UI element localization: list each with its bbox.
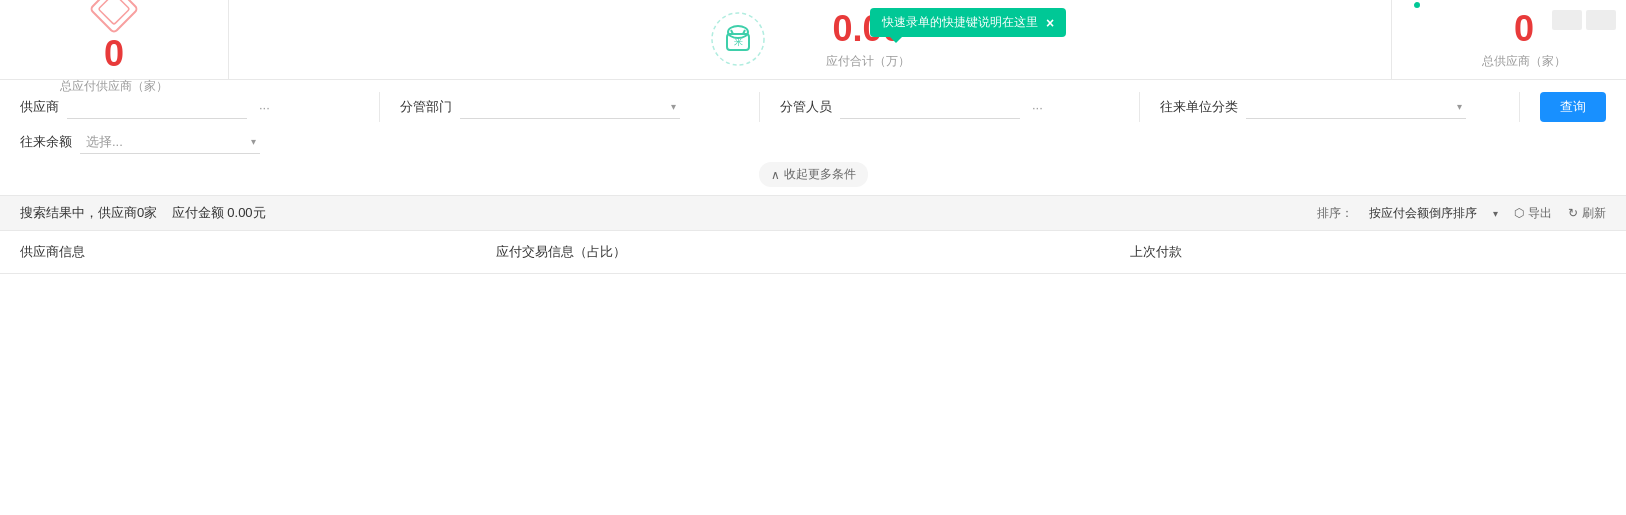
export-icon: ⬡ bbox=[1514, 206, 1524, 220]
result-text: 搜索结果中，供应商0家 bbox=[20, 205, 157, 220]
result-actions: 排序： 按应付会额倒序排序 ▾ ⬡ 导出 ↻ 刷新 bbox=[1317, 205, 1606, 222]
tooltip-close-button[interactable]: × bbox=[1046, 15, 1054, 31]
person-filter-group: 分管人员 ··· bbox=[780, 95, 1119, 119]
collapse-label: 收起更多条件 bbox=[784, 166, 856, 183]
sort-chevron-icon: ▾ bbox=[1493, 208, 1498, 219]
supplier-label: 供应商 bbox=[20, 98, 59, 116]
divider-4 bbox=[1519, 92, 1520, 122]
person-label: 分管人员 bbox=[780, 98, 832, 116]
supplier-dots[interactable]: ··· bbox=[255, 100, 274, 115]
balance-select[interactable]: 选择... bbox=[80, 130, 260, 153]
payable-total-label: 应付合计（万） bbox=[826, 53, 910, 70]
divider-1 bbox=[379, 92, 380, 122]
result-info: 搜索结果中，供应商0家 应付金额 0.00元 bbox=[20, 204, 266, 222]
unit-category-select[interactable] bbox=[1246, 95, 1466, 118]
result-bar: 搜索结果中，供应商0家 应付金额 0.00元 排序： 按应付会额倒序排序 ▾ ⬡… bbox=[0, 196, 1626, 231]
refresh-label: 刷新 bbox=[1582, 205, 1606, 222]
total-suppliers-value: 0 bbox=[1514, 9, 1534, 49]
bag-icon: 米 bbox=[711, 12, 766, 67]
department-filter-group: 分管部门 ▾ bbox=[400, 95, 739, 119]
table-col-supplier-info: 供应商信息 bbox=[20, 243, 496, 261]
stat-total-payable-suppliers: 0 总应付供应商（家） bbox=[0, 0, 229, 79]
unit-category-filter-group: 往来单位分类 ▾ bbox=[1160, 95, 1499, 119]
supplier-input[interactable] bbox=[67, 95, 247, 119]
sort-select[interactable]: 按应付会额倒序排序 bbox=[1369, 206, 1493, 220]
department-select[interactable] bbox=[460, 95, 680, 118]
tooltip-bubble: 快速录单的快捷键说明在这里 × bbox=[870, 8, 1066, 37]
refresh-icon: ↻ bbox=[1568, 206, 1578, 220]
total-payable-suppliers-label: 总应付供应商（家） bbox=[60, 78, 168, 95]
query-button[interactable]: 查询 bbox=[1540, 92, 1606, 122]
result-amount: 应付金额 0.00元 bbox=[172, 205, 266, 220]
divider-3 bbox=[1139, 92, 1140, 122]
department-label: 分管部门 bbox=[400, 98, 452, 116]
table-col-payable-info: 应付交易信息（占比） bbox=[496, 243, 1130, 261]
total-suppliers-label: 总供应商（家） bbox=[1482, 53, 1566, 70]
table-empty-area bbox=[0, 274, 1626, 515]
divider-2 bbox=[759, 92, 760, 122]
refresh-button[interactable]: ↻ 刷新 bbox=[1568, 205, 1606, 222]
svg-rect-0 bbox=[90, 0, 138, 33]
export-button[interactable]: ⬡ 导出 bbox=[1514, 205, 1552, 222]
tooltip-text: 快速录单的快捷键说明在这里 bbox=[882, 14, 1038, 31]
table-header: 供应商信息 应付交易信息（占比） 上次付款 bbox=[0, 231, 1626, 274]
filter-row-2: 往来余额 选择... ▾ bbox=[20, 130, 1606, 154]
supplier-filter-group: 供应商 ··· bbox=[20, 95, 359, 119]
department-select-wrapper: ▾ bbox=[460, 95, 680, 119]
stats-bar: 0 总应付供应商（家） 米 0.00 应付合计（万） 快速录单的快捷键说明在这里… bbox=[0, 0, 1626, 80]
unit-category-select-wrapper: ▾ bbox=[1246, 95, 1466, 119]
table-col-last-payment: 上次付款 bbox=[1130, 243, 1606, 261]
balance-label: 往来余额 bbox=[20, 133, 72, 151]
stat-total-suppliers: 0 总供应商（家） bbox=[1422, 0, 1626, 79]
unit-category-label: 往来单位分类 bbox=[1160, 98, 1238, 116]
balance-select-wrapper: 选择... ▾ bbox=[80, 130, 260, 154]
collapse-up-icon: ∧ bbox=[771, 168, 780, 182]
svg-text:米: 米 bbox=[733, 37, 742, 47]
export-label: 导出 bbox=[1528, 205, 1552, 222]
person-dots[interactable]: ··· bbox=[1028, 100, 1047, 115]
collapse-button[interactable]: ∧ 收起更多条件 bbox=[759, 162, 868, 187]
total-payable-suppliers-value: 0 bbox=[104, 34, 124, 74]
tooltip-dot bbox=[1412, 0, 1422, 10]
filter-row-1: 供应商 ··· 分管部门 ▾ 分管人员 ··· 往来单位分类 bbox=[20, 92, 1606, 122]
person-input[interactable] bbox=[840, 95, 1020, 119]
sort-select-wrapper: 按应付会额倒序排序 ▾ bbox=[1369, 206, 1498, 220]
sort-label: 排序： bbox=[1317, 205, 1353, 222]
filter-area: 供应商 ··· 分管部门 ▾ 分管人员 ··· 往来单位分类 bbox=[0, 80, 1626, 196]
stat-payable-total-area: 米 0.00 应付合计（万） bbox=[229, 0, 1392, 79]
diamond-icon bbox=[84, 0, 144, 34]
